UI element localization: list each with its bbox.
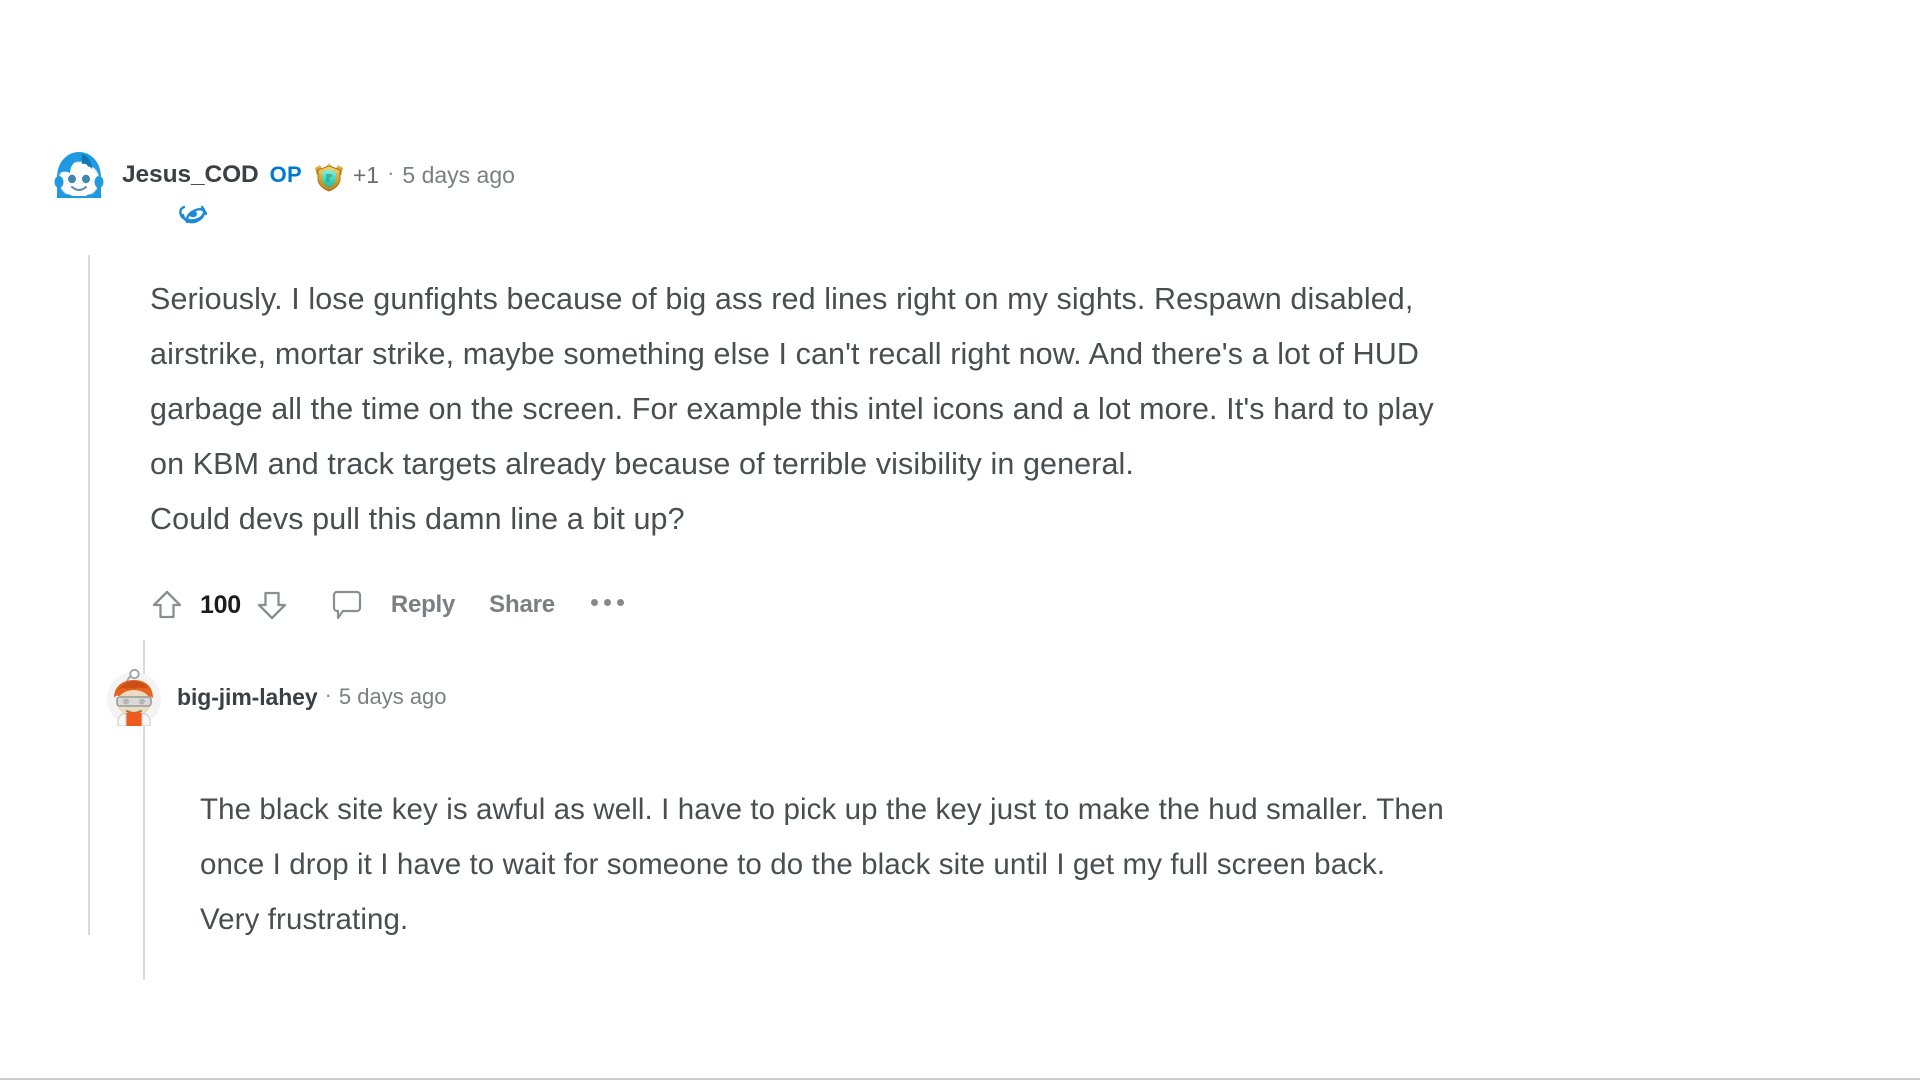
comment-author-username[interactable]: Jesus_COD <box>122 161 259 189</box>
reddit-comment-thread-page: Jesus_COD OP +1 · 5 days ago Seriously. … <box>0 0 1920 1080</box>
battlenet-flair-icon <box>176 196 210 230</box>
share-button[interactable]: Share <box>489 591 555 619</box>
more-options-icon[interactable] <box>590 598 624 612</box>
more-dot <box>590 598 598 606</box>
comment-body-root: Seriously. I lose gunfights because of b… <box>150 282 1434 536</box>
op-badge: OP <box>269 162 302 187</box>
comment-timestamp[interactable]: 5 days ago <box>402 162 515 189</box>
avatar[interactable] <box>48 144 110 206</box>
more-dot <box>603 598 611 606</box>
comment-score: 100 <box>200 590 241 619</box>
comment-reply: big-jim-lahey · 5 days ago <box>105 668 447 726</box>
thread-collapse-line-root[interactable] <box>88 255 90 935</box>
comment-header-root: Jesus_COD OP +1 · 5 days ago <box>48 144 515 224</box>
comment-action-bar: 100 Reply Share <box>148 578 624 632</box>
comment-body-reply: The black site key is awful as well. I h… <box>200 793 1444 936</box>
comment-header-reply: big-jim-lahey · 5 days ago <box>105 668 447 726</box>
comment-meta-reply: big-jim-lahey · 5 days ago <box>177 682 447 711</box>
reply-button[interactable]: Reply <box>391 591 456 619</box>
meta-separator: · <box>324 682 332 707</box>
gold-shield-award-icon[interactable] <box>312 159 346 193</box>
award-count-label: +1 <box>352 161 380 188</box>
comment-bubble-icon[interactable] <box>327 585 367 625</box>
comment-root: Jesus_COD OP +1 · 5 days ago <box>48 144 515 224</box>
more-dot <box>616 598 624 606</box>
comment-author-username[interactable]: big-jim-lahey <box>177 684 318 711</box>
downvote-arrow-icon[interactable] <box>253 586 291 624</box>
upvote-arrow-icon[interactable] <box>148 586 186 624</box>
meta-separator: · <box>387 160 395 185</box>
comment-meta-root: Jesus_COD OP +1 · 5 days ago <box>122 158 515 192</box>
avatar[interactable] <box>105 668 163 726</box>
comment-timestamp[interactable]: 5 days ago <box>339 684 447 710</box>
